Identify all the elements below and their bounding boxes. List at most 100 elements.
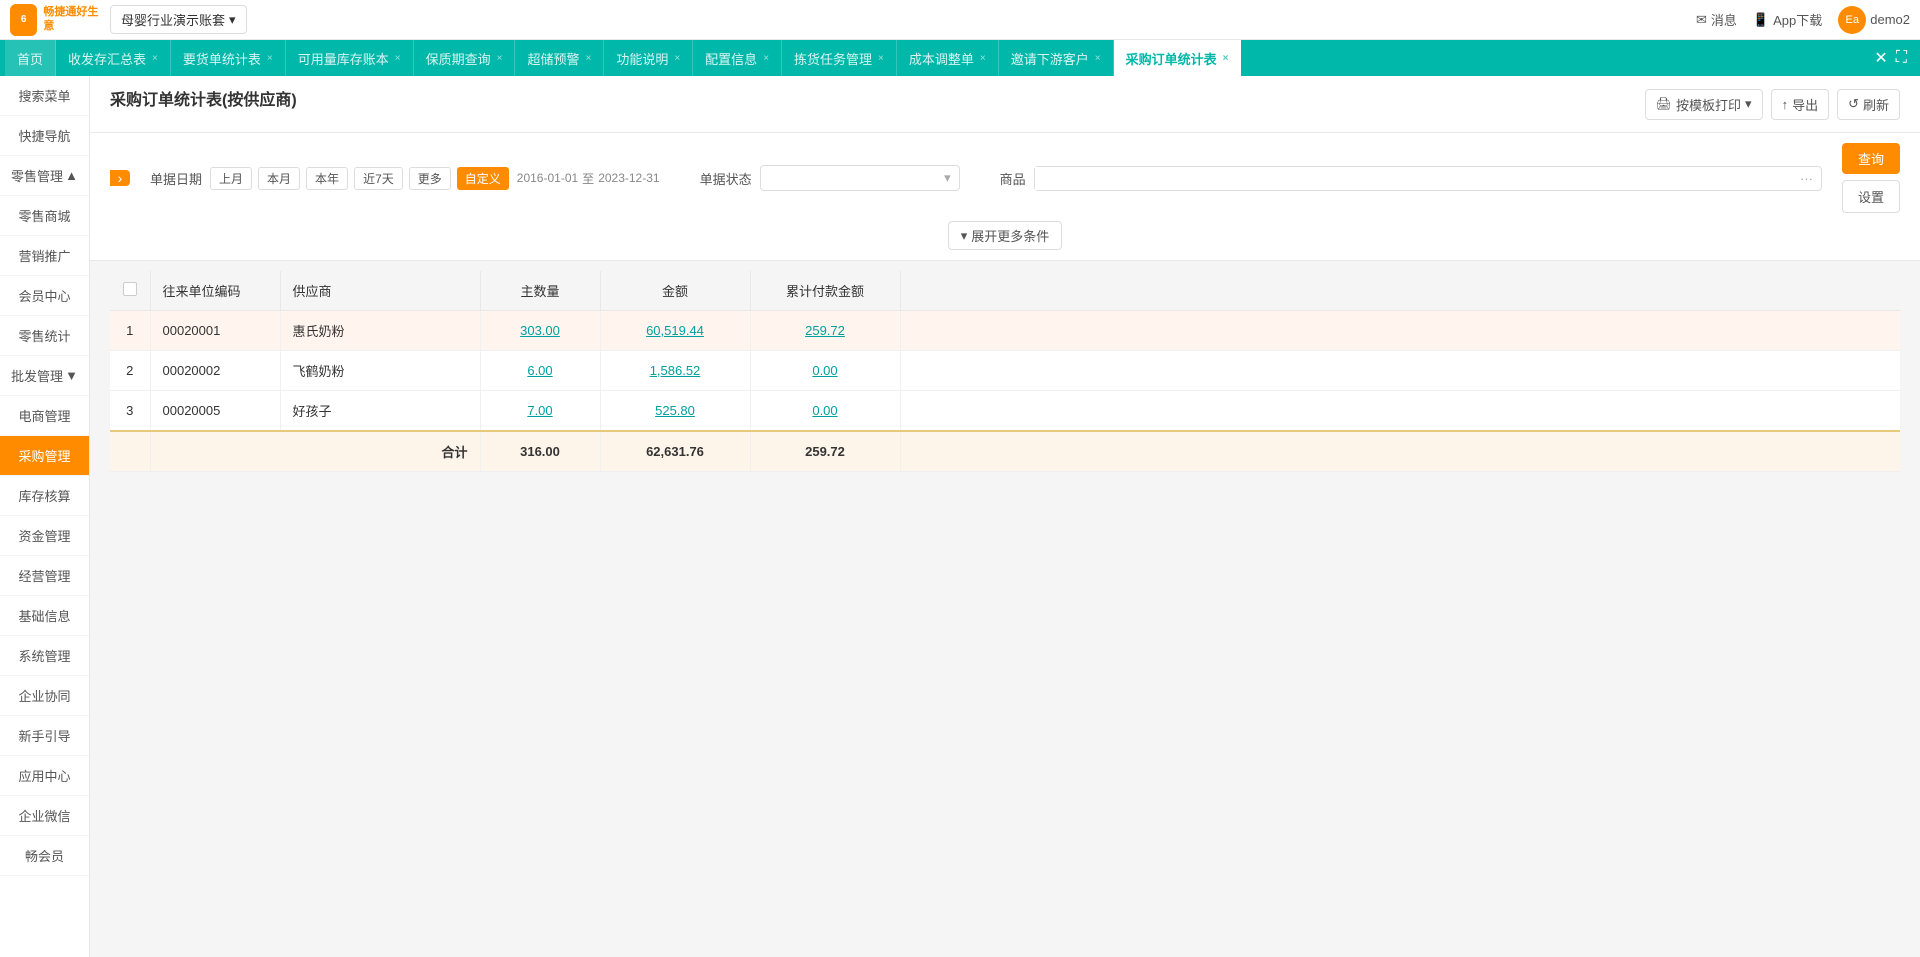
close-icon[interactable]: × bbox=[497, 53, 503, 64]
cell-paid[interactable]: 0.00 bbox=[750, 351, 900, 391]
tab-function-desc[interactable]: 功能说明 × bbox=[604, 40, 693, 76]
tab-receive-send[interactable]: 收发存汇总表 × bbox=[56, 40, 171, 76]
footer-empty-end bbox=[900, 431, 1900, 472]
th-checkbox bbox=[110, 271, 150, 311]
user-profile[interactable]: Ea demo2 bbox=[1838, 6, 1910, 34]
tab-home[interactable]: 首页 bbox=[5, 40, 56, 76]
expand-conditions-button[interactable]: ▾ 展开更多条件 bbox=[948, 221, 1063, 250]
fullscreen-icon[interactable]: ⛶ bbox=[1896, 49, 1907, 67]
export-button[interactable]: ↑ 导出 bbox=[1771, 89, 1830, 120]
sidebar-item-label: 应用中心 bbox=[18, 769, 70, 784]
sidebar-item-purchase-mgmt[interactable]: 采购管理 bbox=[0, 436, 89, 476]
table-row: 3 00020005 好孩子 7.00 525.80 0.00 bbox=[110, 391, 1900, 432]
sidebar-item-app-center[interactable]: 应用中心 bbox=[0, 756, 89, 796]
close-icon[interactable]: × bbox=[878, 53, 884, 64]
sidebar-item-search[interactable]: 搜索菜单 bbox=[0, 76, 89, 116]
sidebar-item-basic-info[interactable]: 基础信息 bbox=[0, 596, 89, 636]
close-icon[interactable]: × bbox=[267, 53, 273, 64]
sidebar-item-member-center[interactable]: 会员中心 bbox=[0, 276, 89, 316]
filter-expand-row: ▾ 展开更多条件 bbox=[110, 221, 1900, 250]
close-icon[interactable]: × bbox=[152, 53, 158, 64]
cell-amount[interactable]: 525.80 bbox=[600, 391, 750, 432]
logo-text: 畅捷通好生意 bbox=[43, 6, 100, 32]
print-button[interactable]: 🖨 按模板打印 ▾ bbox=[1645, 89, 1763, 120]
cell-paid[interactable]: 259.72 bbox=[750, 311, 900, 351]
th-qty: 主数量 bbox=[480, 271, 600, 311]
date-filter-label: 单据日期 bbox=[150, 169, 202, 188]
logo: 6 畅捷通好生意 bbox=[10, 4, 100, 36]
logo-icon: 6 bbox=[10, 4, 37, 36]
cell-qty[interactable]: 303.00 bbox=[480, 311, 600, 351]
sidebar-item-retail-mall[interactable]: 零售商城 bbox=[0, 196, 89, 236]
footer-label: 合计 bbox=[150, 431, 480, 472]
close-icon[interactable]: × bbox=[395, 53, 401, 64]
message-button[interactable]: ✉ 消息 bbox=[1696, 10, 1737, 29]
tab-cost-adjust[interactable]: 成本调整单 × bbox=[897, 40, 999, 76]
filter-collapse-toggle[interactable]: › bbox=[110, 170, 130, 186]
close-icon[interactable]: × bbox=[1223, 53, 1229, 64]
tab-purchase-order[interactable]: 要货单统计表 × bbox=[171, 40, 286, 76]
date-btn-this-year[interactable]: 本年 bbox=[306, 167, 348, 190]
tab-overstock-warning[interactable]: 超储预警 × bbox=[515, 40, 604, 76]
date-btn-more[interactable]: 更多 bbox=[409, 167, 451, 190]
cell-paid[interactable]: 0.00 bbox=[750, 391, 900, 432]
close-icon[interactable]: × bbox=[674, 53, 680, 64]
tab-invite-downstream[interactable]: 邀请下游客户 × bbox=[999, 40, 1114, 76]
cell-amount[interactable]: 1,586.52 bbox=[600, 351, 750, 391]
cell-qty[interactable]: 7.00 bbox=[480, 391, 600, 432]
main-layout: 搜索菜单 快捷导航 零售管理 ▲ 零售商城 营销推广 会员中心 零售统计 批发管… bbox=[0, 76, 1920, 957]
sidebar-item-retail-mgmt[interactable]: 零售管理 ▲ bbox=[0, 156, 89, 196]
query-button[interactable]: 查询 bbox=[1842, 143, 1900, 174]
date-btn-custom[interactable]: 自定义 bbox=[457, 167, 509, 190]
refresh-button[interactable]: ↺ 刷新 bbox=[1837, 89, 1900, 120]
cell-qty[interactable]: 6.00 bbox=[480, 351, 600, 391]
sidebar-item-member-plan[interactable]: 畅会员 bbox=[0, 836, 89, 876]
status-select[interactable]: ▾ bbox=[760, 165, 960, 191]
sidebar-item-wholesale-mgmt[interactable]: 批发管理 ▼ bbox=[0, 356, 89, 396]
select-all-checkbox[interactable] bbox=[123, 282, 137, 296]
sidebar-item-retail-stats[interactable]: 零售统计 bbox=[0, 316, 89, 356]
close-icon[interactable]: × bbox=[1095, 53, 1101, 64]
tab-available-stock[interactable]: 可用量库存账本 × bbox=[286, 40, 414, 76]
app-download-button[interactable]: 📱 App下载 bbox=[1753, 10, 1822, 29]
sidebar-item-ecommerce-mgmt[interactable]: 电商管理 bbox=[0, 396, 89, 436]
goods-search-input[interactable] bbox=[1035, 167, 1792, 190]
sidebar-item-operations[interactable]: 经营管理 bbox=[0, 556, 89, 596]
sidebar-item-enterprise-wechat[interactable]: 企业微信 bbox=[0, 796, 89, 836]
tab-label: 邀请下游客户 bbox=[1011, 49, 1089, 68]
sidebar-item-system-mgmt[interactable]: 系统管理 bbox=[0, 636, 89, 676]
tab-expiry-query[interactable]: 保质期查询 × bbox=[414, 40, 516, 76]
sidebar-item-label: 畅会员 bbox=[25, 849, 64, 864]
workspace-selector[interactable]: 母婴行业演示账套 ▾ bbox=[110, 5, 247, 34]
nav-tab-close-buttons: ✕ ⛶ bbox=[1866, 48, 1915, 68]
close-icon[interactable]: × bbox=[763, 53, 769, 64]
close-all-icon[interactable]: ✕ bbox=[1874, 48, 1887, 68]
export-label: 导出 bbox=[1792, 95, 1818, 114]
date-btn-last-month[interactable]: 上月 bbox=[210, 167, 252, 190]
close-icon[interactable]: × bbox=[980, 53, 986, 64]
close-icon[interactable]: × bbox=[585, 53, 591, 64]
sidebar-item-shortcut[interactable]: 快捷导航 bbox=[0, 116, 89, 156]
date-btn-7days[interactable]: 近7天 bbox=[354, 167, 403, 190]
sidebar: 搜索菜单 快捷导航 零售管理 ▲ 零售商城 营销推广 会员中心 零售统计 批发管… bbox=[0, 76, 90, 957]
goods-input-more-icon[interactable]: ··· bbox=[1792, 167, 1821, 190]
settings-button[interactable]: 设置 bbox=[1842, 180, 1900, 213]
tab-purchase-summary[interactable]: 采购订单统计表 × bbox=[1114, 40, 1242, 76]
sidebar-item-marketing[interactable]: 营销推广 bbox=[0, 236, 89, 276]
sidebar-item-label: 营销推广 bbox=[18, 249, 70, 264]
date-btn-this-month[interactable]: 本月 bbox=[258, 167, 300, 190]
expand-label: 展开更多条件 bbox=[971, 226, 1049, 245]
username: demo2 bbox=[1870, 12, 1910, 27]
sidebar-item-enterprise-collab[interactable]: 企业协同 bbox=[0, 676, 89, 716]
sidebar-item-label: 零售商城 bbox=[18, 209, 70, 224]
tab-config[interactable]: 配置信息 × bbox=[693, 40, 782, 76]
footer-paid: 259.72 bbox=[750, 431, 900, 472]
page-content: 采购订单统计表(按供应商) 🖨 按模板打印 ▾ ↑ 导出 ↺ 刷新 bbox=[90, 76, 1920, 957]
tab-pick-task[interactable]: 拣货任务管理 × bbox=[782, 40, 897, 76]
sidebar-item-inventory[interactable]: 库存核算 bbox=[0, 476, 89, 516]
cell-amount[interactable]: 60,519.44 bbox=[600, 311, 750, 351]
sidebar-item-finance[interactable]: 资金管理 bbox=[0, 516, 89, 556]
sidebar-item-newbie-guide[interactable]: 新手引导 bbox=[0, 716, 89, 756]
refresh-label: 刷新 bbox=[1863, 95, 1889, 114]
tab-label: 超储预警 bbox=[527, 49, 579, 68]
